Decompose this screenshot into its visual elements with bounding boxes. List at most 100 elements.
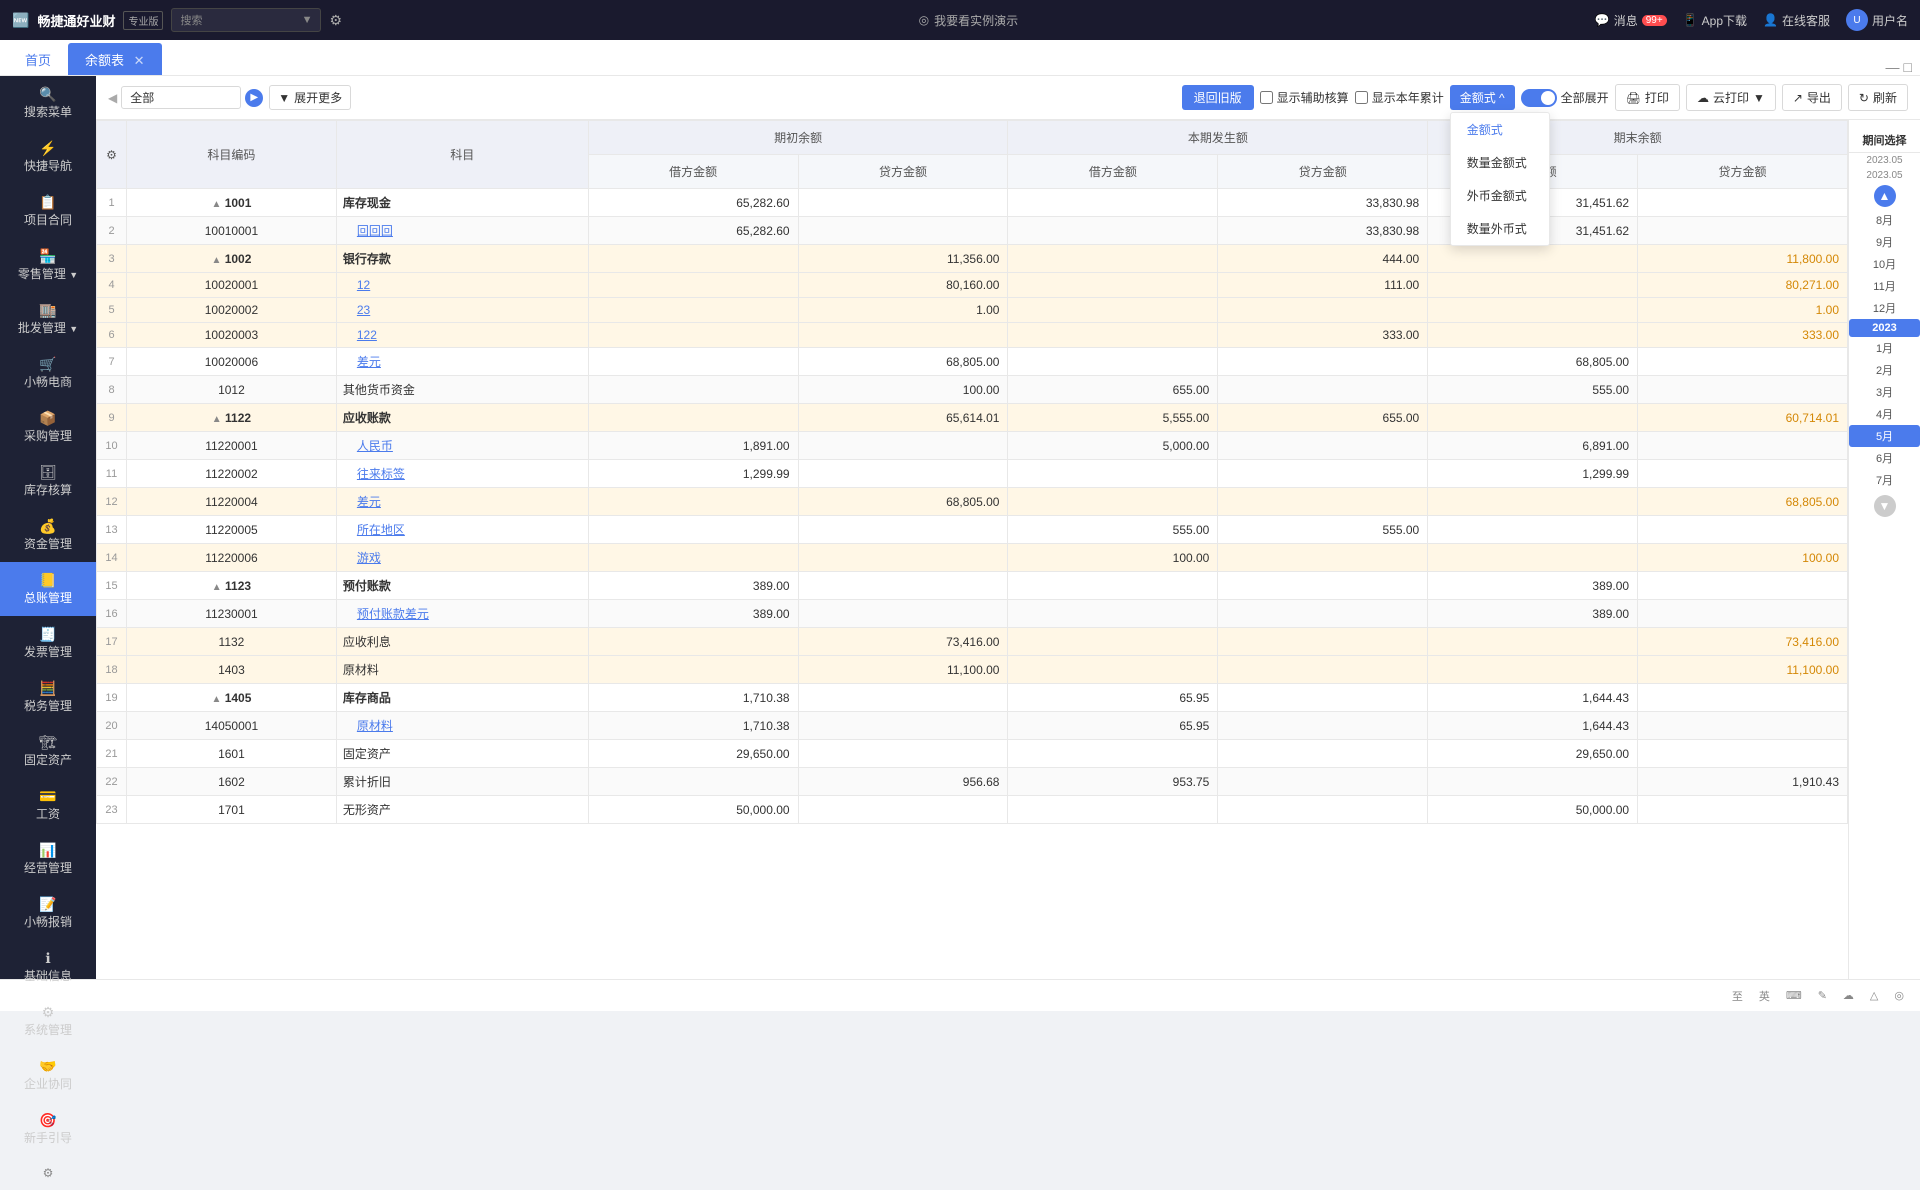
search-go-button[interactable]: ▶ [245, 89, 263, 107]
account-name-cell[interactable]: 银行存款 [336, 245, 588, 273]
sidebar-item-tax[interactable]: 🧮 税务管理 [0, 670, 96, 724]
amount-mode-item-foreign-amount[interactable]: 外币金额式 [1451, 179, 1549, 212]
period-month-2[interactable]: 2月 [1849, 359, 1920, 381]
account-name-cell[interactable]: 无形资产 [336, 796, 588, 824]
sidebar-item-search[interactable]: 🔍 搜索菜单 [0, 76, 96, 130]
account-name-cell[interactable]: 差元 [336, 348, 588, 376]
sidebar-item-system[interactable]: ⚙ 系统管理 [0, 994, 96, 1048]
sidebar-item-guide[interactable]: 🎯 新手引导 [0, 1102, 96, 1156]
sidebar-item-basic[interactable]: ℹ 基础信息 [0, 940, 96, 994]
period-credit-cell [1218, 376, 1428, 404]
sidebar-item-ledger[interactable]: 📒 总账管理 [0, 562, 96, 616]
sidebar-item-assets[interactable]: 🏗 固定资产 [0, 724, 96, 778]
account-name-cell[interactable]: 回回回 [336, 217, 588, 245]
account-name-cell[interactable]: 预付账款 [336, 572, 588, 600]
sidebar-item-quick-nav[interactable]: ⚡ 快捷导航 [0, 130, 96, 184]
period-month-6[interactable]: 6月 [1849, 447, 1920, 469]
period-month-11[interactable]: 11月 [1849, 275, 1920, 297]
sidebar-item-ecommerce[interactable]: 🛒 小畅电商 [0, 346, 96, 400]
account-name-cell[interactable]: 固定资产 [336, 740, 588, 768]
sidebar-item-wholesale[interactable]: 🏬 批发管理 ▼ [0, 292, 96, 346]
tab-home[interactable]: 首页 [8, 43, 68, 75]
period-month-12[interactable]: 12月 [1849, 297, 1920, 319]
account-name-cell[interactable]: 原材料 [336, 656, 588, 684]
sidebar-item-salary[interactable]: 💳 工资 [0, 778, 96, 832]
period-month-3[interactable]: 3月 [1849, 381, 1920, 403]
account-name-cell[interactable]: 应收账款 [336, 404, 588, 432]
top-search-box[interactable]: 搜索 ▼ [171, 8, 321, 32]
bottom-icon-1[interactable]: 至 [1728, 986, 1747, 1006]
bottom-icon-cloud[interactable]: ☁ [1839, 987, 1858, 1004]
amount-mode-item-qty-amount[interactable]: 数量金额式 [1451, 146, 1549, 179]
table-settings-icon[interactable]: ⚙ [106, 148, 117, 162]
sidebar-item-operations[interactable]: 📊 经营管理 [0, 832, 96, 886]
account-name-cell[interactable]: 差元 [336, 488, 588, 516]
period-month-8[interactable]: 8月 [1849, 209, 1920, 231]
tab-close-icon[interactable]: ✕ [134, 53, 145, 68]
period-month-1[interactable]: 1月 [1849, 337, 1920, 359]
account-name-cell[interactable]: 累计折旧 [336, 768, 588, 796]
opening-debit-cell: 65,282.60 [588, 189, 798, 217]
account-name-cell[interactable]: 所在地区 [336, 516, 588, 544]
account-name-cell[interactable]: 12 [336, 273, 588, 298]
refresh-button[interactable]: ↻ 刷新 [1848, 84, 1908, 111]
period-month-10[interactable]: 10月 [1849, 253, 1920, 275]
account-name-cell[interactable]: 库存商品 [336, 684, 588, 712]
amount-mode-item-qty-foreign[interactable]: 数量外币式 [1451, 212, 1549, 245]
bottom-icon-2[interactable]: 英 [1755, 986, 1774, 1006]
sidebar-settings[interactable]: ⚙ [0, 1156, 96, 1190]
account-name-cell[interactable]: 预付账款差元 [336, 600, 588, 628]
return-old-version-button[interactable]: 退回旧版 [1182, 85, 1254, 110]
amount-mode-button[interactable]: 金额式 ^ [1450, 85, 1515, 110]
account-name-cell[interactable]: 应收利息 [336, 628, 588, 656]
sidebar-item-purchase[interactable]: 📦 采购管理 [0, 400, 96, 454]
show-auxiliary-label[interactable]: 显示辅助核算 [1260, 89, 1349, 106]
period-month-4[interactable]: 4月 [1849, 403, 1920, 425]
sidebar-item-retail[interactable]: 🏪 零售管理 ▼ [0, 238, 96, 292]
show-ytd-checkbox[interactable] [1355, 91, 1368, 104]
service-item[interactable]: 👤 在线客服 [1763, 12, 1830, 29]
sidebar-item-reports[interactable]: 📝 小畅报销 [0, 886, 96, 940]
settings-icon[interactable]: ⚙ [329, 12, 342, 29]
cloud-print-button[interactable]: ☁ 云打印 ▼ [1686, 84, 1776, 111]
bottom-icon-keyboard[interactable]: ⌨ [1782, 987, 1806, 1004]
message-item[interactable]: 💬 消息 99+ [1595, 12, 1667, 29]
account-name-cell[interactable]: 122 [336, 323, 588, 348]
user-item[interactable]: U 用户名 [1846, 9, 1908, 31]
account-name-cell[interactable]: 往来标签 [336, 460, 588, 488]
print-button[interactable]: 🖨 打印 [1615, 84, 1680, 111]
period-month-5[interactable]: 5月 [1849, 425, 1920, 447]
period-up-nav[interactable]: ▲ [1874, 185, 1896, 207]
account-name-cell[interactable]: 其他货币资金 [336, 376, 588, 404]
minimize-icon[interactable]: — [1886, 59, 1900, 75]
account-name-cell[interactable]: 人民币 [336, 432, 588, 460]
tab-balance[interactable]: 余额表 ✕ [68, 43, 162, 75]
expand-more-button[interactable]: ▼ 展开更多 [269, 85, 351, 110]
period-year-2023-btn[interactable]: 2023 [1849, 319, 1920, 337]
back-arrow-icon[interactable]: ◀ [108, 91, 117, 105]
account-name-cell[interactable]: 原材料 [336, 712, 588, 740]
period-month-9[interactable]: 9月 [1849, 231, 1920, 253]
account-name-cell[interactable]: 库存现金 [336, 189, 588, 217]
expand-all-toggle[interactable] [1521, 89, 1557, 107]
bottom-icon-edit[interactable]: ✎ [1814, 987, 1831, 1004]
amount-mode-item-amount[interactable]: 金额式 [1451, 113, 1549, 146]
row-num: 18 [97, 656, 127, 684]
export-button[interactable]: ↗ 导出 [1782, 84, 1842, 111]
maximize-icon[interactable]: □ [1904, 59, 1912, 75]
sidebar-item-capital[interactable]: 💰 资金管理 [0, 508, 96, 562]
sidebar-item-invoice[interactable]: 🧾 发票管理 [0, 616, 96, 670]
period-month-7[interactable]: 7月 [1849, 469, 1920, 491]
sidebar-item-inventory[interactable]: 🗄 库存核算 [0, 454, 96, 508]
sidebar-item-project[interactable]: 📋 项目合同 [0, 184, 96, 238]
account-name-cell[interactable]: 23 [336, 298, 588, 323]
sidebar-item-cooperation[interactable]: 🤝 企业协同 [0, 1048, 96, 1102]
account-name-cell[interactable]: 游戏 [336, 544, 588, 572]
period-down-nav[interactable]: ▼ [1874, 495, 1896, 517]
show-ytd-label[interactable]: 显示本年累计 [1355, 89, 1444, 106]
bottom-icon-upload[interactable]: △ [1866, 987, 1882, 1004]
bottom-icon-circle[interactable]: ◎ [1890, 987, 1908, 1004]
download-item[interactable]: 📱 App下载 [1683, 12, 1747, 29]
show-auxiliary-checkbox[interactable] [1260, 91, 1273, 104]
demo-link[interactable]: 我要看实例演示 [934, 12, 1018, 29]
